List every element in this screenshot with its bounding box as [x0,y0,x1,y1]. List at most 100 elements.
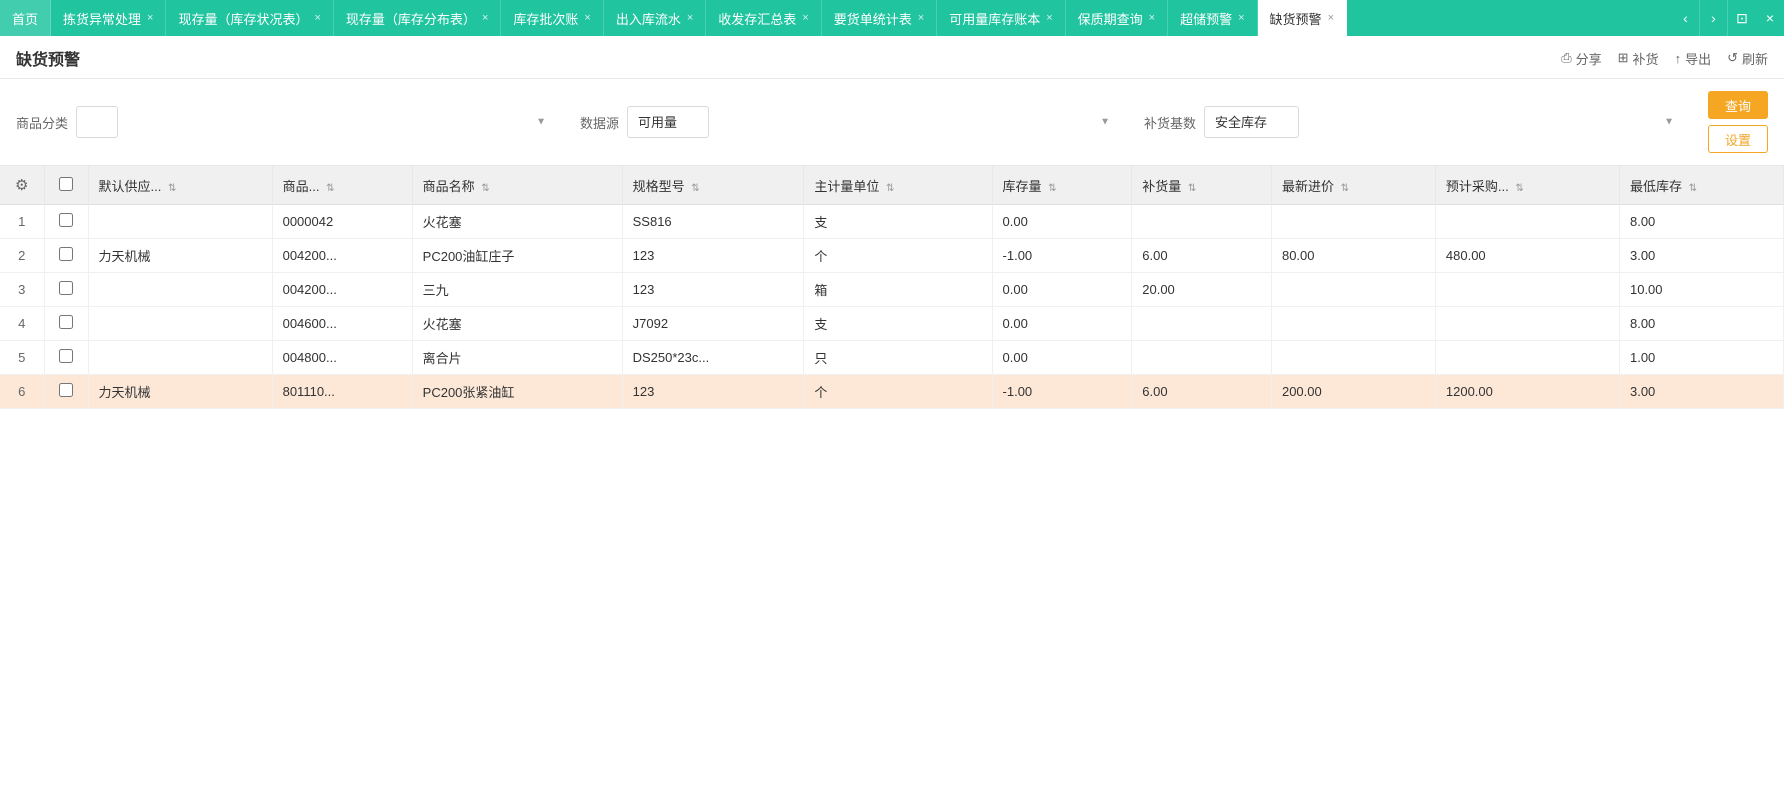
tab-inout-flow[interactable]: 出入库流水 × [604,0,706,36]
tab-close-inout-flow[interactable]: × [687,12,693,24]
category-select[interactable] [76,106,118,138]
row-select-checkbox-4[interactable] [59,315,73,329]
row-checkbox-5[interactable] [44,341,88,375]
row-min-stock-6: 3.00 [1619,375,1783,409]
row-replenish-4 [1132,307,1272,341]
tab-close-abnormal[interactable]: × [147,12,153,24]
replenish-base-label: 补货基数 [1144,113,1196,132]
tab-close-batch[interactable]: × [584,12,590,24]
row-replenish-5 [1132,341,1272,375]
row-estimated-purchase-2: 480.00 [1435,239,1619,273]
page-header: 缺货预警 ⎙ 分享 ⊞ 补货 ↑ 导出 ↺ 刷新 [0,36,1784,79]
tab-close-window-btn[interactable]: × [1756,0,1784,36]
row-min-stock-4: 8.00 [1619,307,1783,341]
page-title: 缺货预警 [16,46,80,70]
row-supplier-6: 力天机械 [88,375,272,409]
row-estimated-purchase-6: 1200.00 [1435,375,1619,409]
row-min-stock-2: 3.00 [1619,239,1783,273]
tab-overstock[interactable]: 超储预警 × [1168,0,1257,36]
tab-close-shortage[interactable]: × [1328,12,1334,24]
export-button[interactable]: ↑ 导出 [1675,49,1712,68]
col-settings-header[interactable]: ⚙ [0,166,44,205]
row-estimated-purchase-1 [1435,205,1619,239]
replenish-button[interactable]: ⊞ 补货 [1618,49,1659,68]
row-stock-4: 0.00 [992,307,1132,341]
table-row: 6 力天机械 801110... PC200张紧油缸 123 个 -1.00 6… [0,375,1784,409]
tab-abnormal[interactable]: 拣货异常处理 × [51,0,166,36]
row-product-name-4: 火花塞 [412,307,622,341]
table-row: 5 004800... 离合片 DS250*23c... 只 0.00 1.00 [0,341,1784,375]
tab-close-collect[interactable]: × [802,12,808,24]
row-no-5: 5 [0,341,44,375]
col-estimated-purchase-header[interactable]: 预计采购... ⇅ [1435,166,1619,205]
tab-home[interactable]: 首页 [0,0,51,36]
col-unit-header[interactable]: 主计量单位 ⇅ [804,166,992,205]
row-unit-4: 支 [804,307,992,341]
share-button[interactable]: ⎙ 分享 [1561,49,1601,68]
row-latest-price-3 [1271,273,1435,307]
tab-batch[interactable]: 库存批次账 × [501,0,603,36]
tab-expiry[interactable]: 保质期查询 × [1066,0,1168,36]
row-select-checkbox-2[interactable] [59,247,73,261]
col-supplier-header[interactable]: 默认供应... ⇅ [88,166,272,205]
row-checkbox-1[interactable] [44,205,88,239]
tab-shortage[interactable]: 缺货预警 × [1258,0,1347,36]
row-select-checkbox-3[interactable] [59,281,73,295]
col-spec-header[interactable]: 规格型号 ⇅ [622,166,804,205]
sort-replenish-icon: ⇅ [1188,183,1196,194]
sort-supplier-icon: ⇅ [168,183,176,194]
row-unit-5: 只 [804,341,992,375]
row-select-checkbox-5[interactable] [59,349,73,363]
col-replenish-header[interactable]: 补货量 ⇅ [1132,166,1272,205]
sort-min-stock-icon: ⇅ [1689,183,1697,194]
col-latest-price-header[interactable]: 最新进价 ⇅ [1271,166,1435,205]
query-button[interactable]: 查询 [1708,91,1768,119]
tab-close-inventory-status[interactable]: × [314,12,320,24]
row-spec-6: 123 [622,375,804,409]
tab-collect[interactable]: 收发存汇总表 × [706,0,821,36]
row-unit-3: 箱 [804,273,992,307]
tab-close-expiry[interactable]: × [1149,12,1155,24]
tab-order-stat[interactable]: 要货单统计表 × [822,0,937,36]
row-checkbox-4[interactable] [44,307,88,341]
tab-restore-btn[interactable]: ⊡ [1728,0,1756,36]
tab-close-order-stat[interactable]: × [918,12,924,24]
tab-available[interactable]: 可用量库存账本 × [937,0,1065,36]
header-actions: ⎙ 分享 ⊞ 补货 ↑ 导出 ↺ 刷新 [1561,49,1768,68]
tab-inventory-dist[interactable]: 现存量（库存分布表） × [334,0,501,36]
col-min-stock-header[interactable]: 最低库存 ⇅ [1619,166,1783,205]
tab-prev-btn[interactable]: ‹ [1672,0,1700,36]
replenish-icon: ⊞ [1618,50,1629,66]
row-product-name-2: PC200油缸庄子 [412,239,622,273]
datasource-select[interactable]: 可用量 [627,106,709,138]
table-row: 3 004200... 三九 123 箱 0.00 20.00 10.00 [0,273,1784,307]
refresh-button[interactable]: ↺ 刷新 [1727,49,1768,68]
replenish-base-select[interactable]: 安全库存 [1204,106,1299,138]
col-stock-header[interactable]: 库存量 ⇅ [992,166,1132,205]
sort-product-code-icon: ⇅ [326,183,334,194]
sort-latest-price-icon: ⇅ [1341,183,1349,194]
row-checkbox-6[interactable] [44,375,88,409]
tab-inventory-status[interactable]: 现存量（库存状况表） × [166,0,333,36]
table-row: 1 0000042 火花塞 SS816 支 0.00 8.00 [0,205,1784,239]
tab-close-available[interactable]: × [1046,12,1052,24]
tab-next-btn[interactable]: › [1700,0,1728,36]
row-select-checkbox-6[interactable] [59,383,73,397]
tab-close-inventory-dist[interactable]: × [482,12,488,24]
col-checkbox-header[interactable] [44,166,88,205]
settings-button[interactable]: 设置 [1708,125,1768,153]
row-stock-2: -1.00 [992,239,1132,273]
column-settings-btn[interactable]: ⚙ [13,174,30,196]
row-checkbox-2[interactable] [44,239,88,273]
tab-close-overstock[interactable]: × [1238,12,1244,24]
row-checkbox-3[interactable] [44,273,88,307]
row-spec-1: SS816 [622,205,804,239]
row-product-code-3: 004200... [272,273,412,307]
row-no-6: 6 [0,375,44,409]
col-product-code-header[interactable]: 商品... ⇅ [272,166,412,205]
select-all-checkbox[interactable] [59,177,73,191]
col-product-name-header[interactable]: 商品名称 ⇅ [412,166,622,205]
row-latest-price-5 [1271,341,1435,375]
row-select-checkbox-1[interactable] [59,213,73,227]
sort-unit-icon: ⇅ [886,183,894,194]
